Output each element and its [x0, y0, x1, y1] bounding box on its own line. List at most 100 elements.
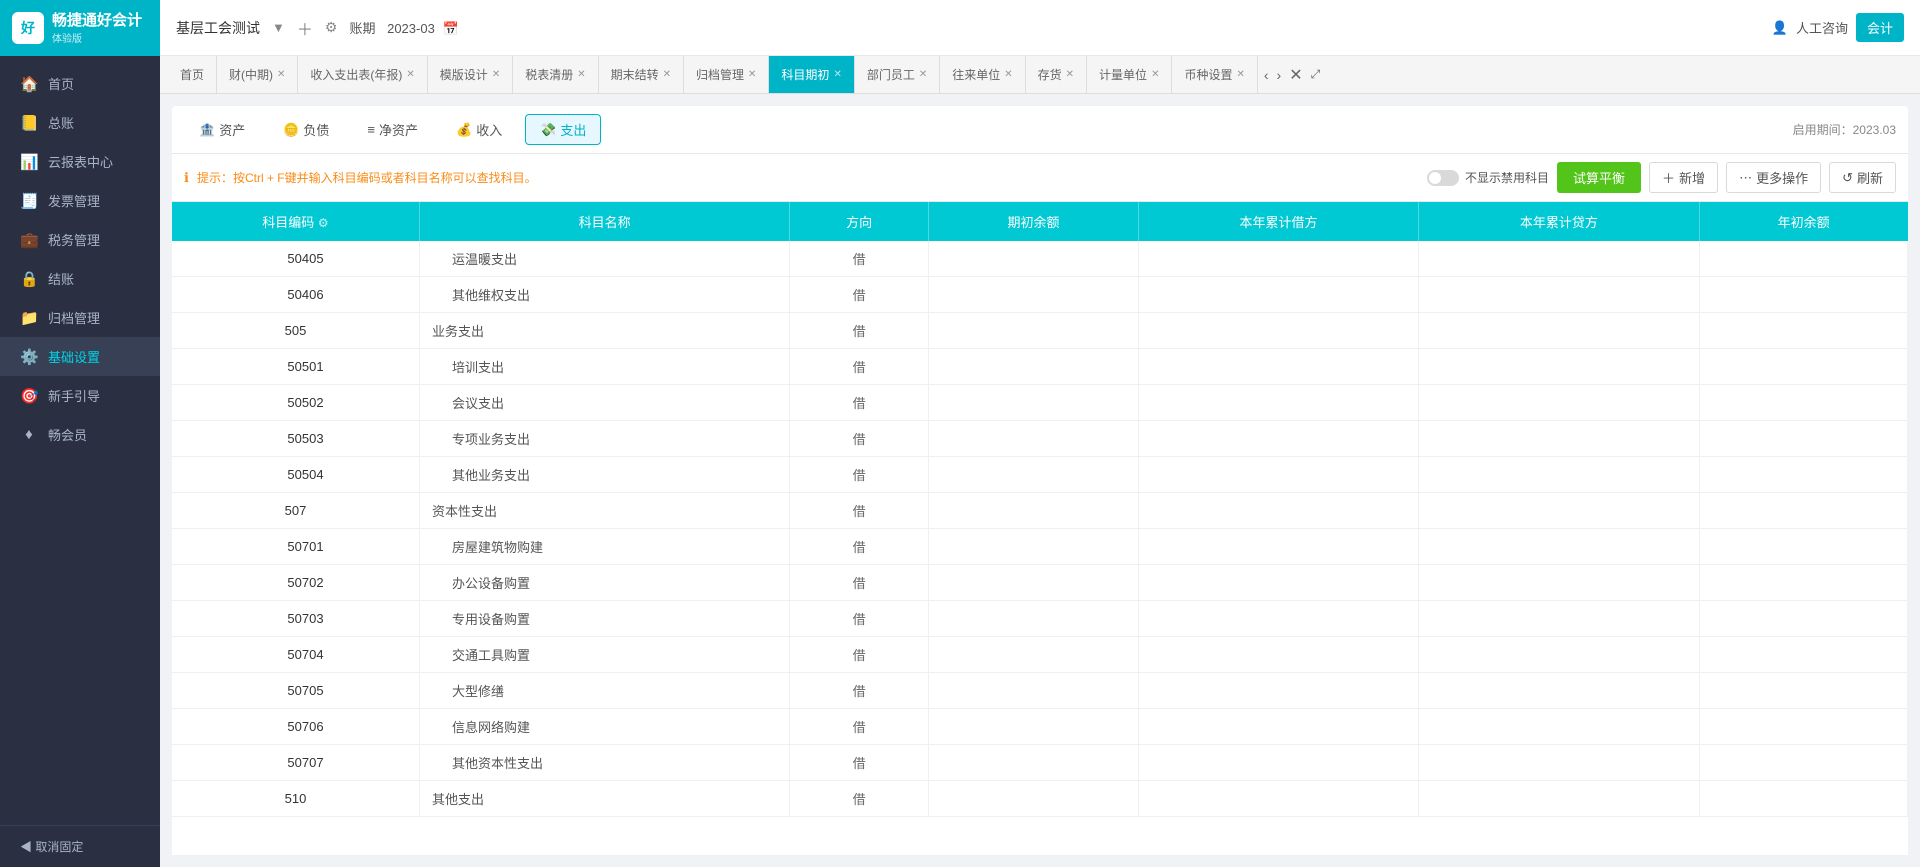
app-logo-text: 畅捷通好会计 体验版 — [52, 12, 142, 45]
col-header-code: 科目编码 ⚙ — [172, 202, 419, 241]
table-row[interactable]: 50702办公设备购置借 — [172, 565, 1908, 601]
table-row[interactable]: 50405运温暖支出借 — [172, 241, 1908, 277]
sidebar-item-close[interactable]: 🔒 结账 — [0, 259, 160, 298]
refresh-btn[interactable]: ↺ 刷新 — [1829, 162, 1896, 193]
table-row[interactable]: 510其他支出借 — [172, 781, 1908, 817]
toggle-row: 不显示禁用科目 — [1427, 169, 1549, 186]
add-btn[interactable]: ＋ 新增 — [1649, 162, 1718, 193]
table-row[interactable]: 50503专项业务支出借 — [172, 421, 1908, 457]
sidebar-item-invoice[interactable]: 🧾 发票管理 — [0, 181, 160, 220]
balance-btn[interactable]: 试算平衡 — [1557, 162, 1641, 193]
tab-close-interim[interactable]: ✕ — [277, 69, 285, 80]
filter-bar: 🏦 资产 🪙 负债 ≡ 净资产 💰 收入 💸 支出 — [172, 106, 1908, 154]
filter-tab-net-asset[interactable]: ≡ 净资产 — [352, 114, 433, 145]
topbar-actions: 👤 人工咨询 会计 — [1772, 13, 1904, 42]
col-header-direction: 方向 — [790, 202, 929, 241]
table-body: 50405运温暖支出借50406其他维权支出借505业务支出借50501培训支出… — [172, 241, 1908, 817]
data-table: 科目编码 ⚙ 科目名称 方向 期初余额 本年累计借方 本年累计贷方 年初余额 5… — [172, 202, 1908, 817]
table-row[interactable]: 50701房屋建筑物购建借 — [172, 529, 1908, 565]
table-row[interactable]: 50703专用设备购置借 — [172, 601, 1908, 637]
sidebar-item-settings[interactable]: ⚙️ 基础设置 — [0, 337, 160, 376]
tab-next-btn[interactable]: › — [1275, 65, 1284, 85]
table-row[interactable]: 50406其他维权支出借 — [172, 277, 1908, 313]
tip-text: 提示：按Ctrl + F键并输入科目编码或者科目名称可以查找科目。 — [197, 169, 537, 186]
sidebar-item-ledger[interactable]: 📒 总账 — [0, 103, 160, 142]
subject-table: 科目编码 ⚙ 科目名称 方向 期初余额 本年累计借方 本年累计贷方 年初余额 5… — [172, 202, 1908, 855]
tab-subject-period[interactable]: 科目期初 ✕ — [769, 56, 854, 93]
tab-taxclear[interactable]: 税表清册 ✕ — [513, 56, 598, 93]
sidebar-item-home[interactable]: 🏠 首页 — [0, 64, 160, 103]
invoice-icon: 🧾 — [20, 192, 38, 210]
tab-unit[interactable]: 往来单位 ✕ — [940, 56, 1025, 93]
col-settings-icon[interactable]: ⚙ — [318, 216, 329, 230]
tab-inventory[interactable]: 存货 ✕ — [1026, 56, 1087, 93]
sidebar-item-archive[interactable]: 📁 归档管理 — [0, 298, 160, 337]
tab-close-template[interactable]: ✕ — [492, 69, 500, 80]
tax-icon: 💼 — [20, 231, 38, 249]
tab-income[interactable]: 收入支出表(年报) ✕ — [298, 56, 427, 93]
tab-currency[interactable]: 币种设置 ✕ — [1172, 56, 1257, 93]
ledger-icon: 📒 — [20, 114, 38, 132]
table-row[interactable]: 505业务支出借 — [172, 313, 1908, 349]
reports-icon: 📊 — [20, 153, 38, 171]
archive-icon: 📁 — [20, 309, 38, 327]
tab-close-yearend[interactable]: ✕ — [663, 69, 671, 80]
tab-expand-btn[interactable]: ⤢ — [1309, 65, 1323, 84]
support-label[interactable]: 人工咨询 — [1796, 18, 1848, 37]
table-row[interactable]: 50502会议支出借 — [172, 385, 1908, 421]
sidebar-item-member[interactable]: ♦ 畅会员 — [0, 415, 160, 454]
add-account-btn[interactable]: ＋ — [297, 16, 313, 40]
filter-tab-expenditure[interactable]: 💸 支出 — [525, 114, 601, 145]
toolbar-right: 不显示禁用科目 试算平衡 ＋ 新增 ⋯ 更多操作 ↺ 刷新 — [1427, 162, 1896, 193]
filter-tab-liability[interactable]: 🪙 负债 — [268, 114, 344, 145]
table-row[interactable]: 50706信息网络购建借 — [172, 709, 1908, 745]
tab-close-dept[interactable]: ✕ — [919, 69, 927, 80]
tab-close-unit[interactable]: ✕ — [1004, 69, 1012, 80]
guide-icon: 🎯 — [20, 387, 38, 405]
dropdown-icon[interactable]: ▼ — [272, 20, 285, 35]
tab-archive[interactable]: 归档管理 ✕ — [684, 56, 769, 93]
tab-close-measure[interactable]: ✕ — [1151, 69, 1159, 80]
tab-close-archive[interactable]: ✕ — [748, 69, 756, 80]
col-header-opening: 期初余额 — [929, 202, 1139, 241]
sidebar-nav: 🏠 首页 📒 总账 📊 云报表中心 🧾 发票管理 💼 税务管理 🔒 结账 📁 归… — [0, 56, 160, 825]
filter-tab-asset[interactable]: 🏦 资产 — [184, 114, 260, 145]
member-icon: ♦ — [20, 426, 38, 443]
table-row[interactable]: 50705大型修缮借 — [172, 673, 1908, 709]
tab-close-currency[interactable]: ✕ — [1236, 69, 1244, 80]
app-logo-icon: 好 — [12, 12, 44, 44]
refresh-icon: ↺ — [1842, 170, 1853, 186]
col-header-year-opening: 年初余额 — [1699, 202, 1907, 241]
filter-tab-income[interactable]: 💰 收入 — [441, 114, 517, 145]
tab-close-inventory[interactable]: ✕ — [1066, 69, 1074, 80]
tab-yearend[interactable]: 期末结转 ✕ — [599, 56, 684, 93]
close-account-icon: 🔒 — [20, 270, 38, 288]
tab-home[interactable]: 首页 — [168, 56, 217, 93]
settings-icon: ⚙️ — [20, 348, 38, 366]
sidebar-item-guide[interactable]: 🎯 新手引导 — [0, 376, 160, 415]
table-row[interactable]: 50707其他资本性支出借 — [172, 745, 1908, 781]
calendar-icon[interactable]: 📅 — [442, 21, 458, 36]
user-role-btn[interactable]: 会计 — [1856, 13, 1904, 42]
more-btn[interactable]: ⋯ 更多操作 — [1726, 162, 1821, 193]
tab-interim[interactable]: 财(中期) ✕ — [217, 56, 298, 93]
sidebar-collapse-btn[interactable]: ◀ 取消固定 — [0, 825, 160, 867]
main-area: 基层工会测试 ▼ ＋ ⚙ 账期 2023-03 📅 👤 人工咨询 会计 首页 财… — [160, 0, 1920, 867]
tab-close-subject-period[interactable]: ✕ — [833, 69, 841, 80]
table-row[interactable]: 507资本性支出借 — [172, 493, 1908, 529]
disable-toggle[interactable] — [1427, 170, 1459, 186]
table-row[interactable]: 50504其他业务支出借 — [172, 457, 1908, 493]
tab-dept[interactable]: 部门员工 ✕ — [855, 56, 940, 93]
tab-close-all-btn[interactable]: ✕ — [1287, 63, 1304, 87]
settings-btn[interactable]: ⚙ — [325, 19, 338, 36]
tab-measure[interactable]: 计量单位 ✕ — [1087, 56, 1172, 93]
warning-icon: ℹ — [184, 170, 189, 186]
tab-close-taxclear[interactable]: ✕ — [577, 69, 585, 80]
table-row[interactable]: 50501培训支出借 — [172, 349, 1908, 385]
table-row[interactable]: 50704交通工具购置借 — [172, 637, 1908, 673]
tab-template[interactable]: 模版设计 ✕ — [428, 56, 513, 93]
sidebar-item-tax[interactable]: 💼 税务管理 — [0, 220, 160, 259]
sidebar-item-reports[interactable]: 📊 云报表中心 — [0, 142, 160, 181]
tab-prev-btn[interactable]: ‹ — [1262, 65, 1271, 85]
tab-close-income[interactable]: ✕ — [406, 69, 414, 80]
